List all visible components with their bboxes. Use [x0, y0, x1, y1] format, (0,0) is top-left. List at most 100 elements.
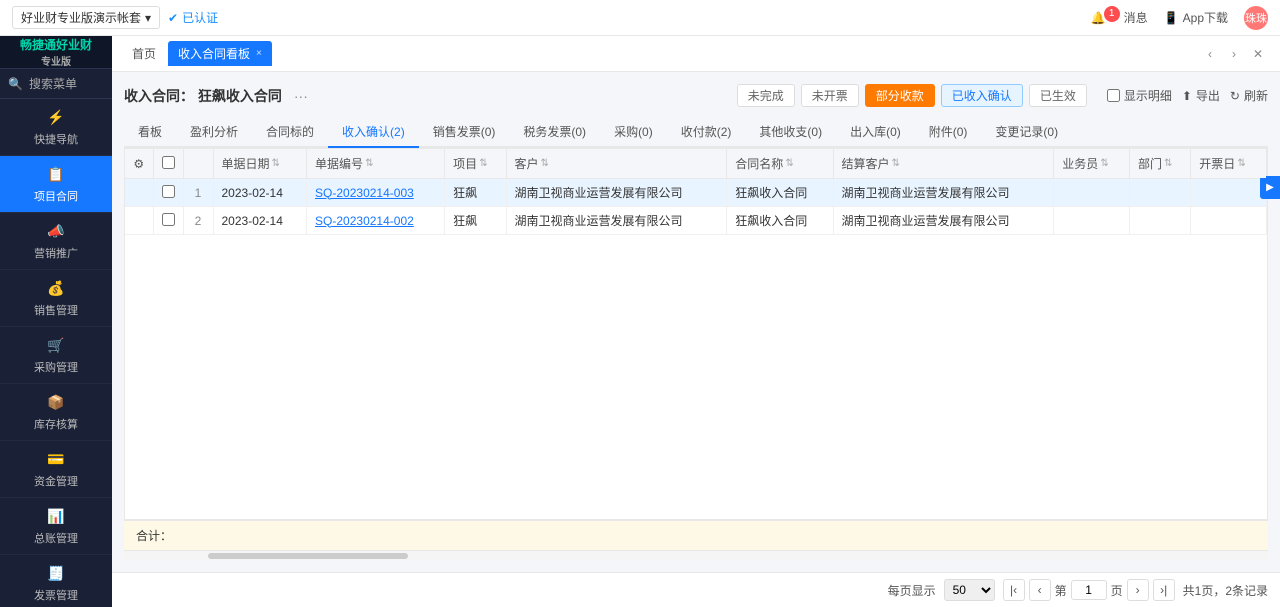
sidebar-item-sales[interactable]: 💰 销售管理 — [0, 270, 112, 327]
status-btn-partial-collection[interactable]: 部分收款 — [865, 84, 935, 107]
sort-icon: ⇅ — [272, 158, 280, 169]
cell-project: 狂飙 — [445, 179, 506, 207]
th-salesperson[interactable]: 业务员⇅ — [1054, 149, 1130, 179]
sidebar-item-general[interactable]: 📊 总账管理 — [0, 498, 112, 555]
th-settlement[interactable]: 结算客户⇅ — [833, 149, 1054, 179]
tab-other-income[interactable]: 其他收支(0) — [745, 117, 836, 148]
page-unit: 页 — [1111, 582, 1123, 599]
total-row: 合计： — [124, 520, 1268, 550]
cell-checkbox[interactable] — [153, 207, 183, 235]
topbar: 好业财专业版演示帐套 ▾ ✔ 已认证 🔔 1 消息 📱 App下载 珠珠 — [0, 0, 1280, 36]
status-btn-uninvoiced[interactable]: 未开票 — [801, 84, 859, 107]
table-row: 1 2023-02-14 SQ-20230214-003 狂飙 湖南卫视商业运营… — [125, 179, 1267, 207]
scroll-bar-area[interactable] — [124, 550, 1268, 560]
sidebar-item-purchase[interactable]: 🛒 采购管理 — [0, 327, 112, 384]
user-avatar-area[interactable]: 珠珠 — [1244, 6, 1268, 30]
message-badge: 1 — [1104, 6, 1120, 22]
th-dept[interactable]: 部门⇅ — [1129, 149, 1190, 179]
more-button[interactable]: ··· — [294, 88, 308, 104]
app-download-button[interactable]: 📱 App下载 — [1164, 9, 1228, 26]
display-toggle-label: 显示明细 — [1124, 87, 1172, 104]
refresh-button[interactable]: ↻ 刷新 — [1230, 87, 1268, 104]
chevron-down-icon: ▾ — [145, 11, 151, 25]
sidebar-search[interactable]: 🔍 搜索菜单 — [0, 69, 112, 99]
tab-warehouse[interactable]: 出入库(0) — [836, 117, 915, 148]
page-first-button[interactable]: |‹ — [1003, 579, 1025, 601]
phone-icon: 📱 — [1164, 11, 1179, 25]
sales-icon: 💰 — [46, 278, 66, 298]
tab-sales-invoice[interactable]: 销售发票(0) — [419, 117, 510, 148]
page-prev-button[interactable]: ‹ — [1029, 579, 1051, 601]
th-settings[interactable]: ⚙ — [125, 149, 153, 179]
select-all-checkbox[interactable] — [162, 156, 175, 169]
th-contract[interactable]: 合同名称⇅ — [727, 149, 833, 179]
cell-customer: 湖南卫视商业运营发展有限公司 — [506, 207, 727, 235]
tab-contract-board[interactable]: 收入合同看板 × — [168, 41, 272, 66]
sidebar-item-label: 营销推广 — [34, 245, 78, 261]
app-label: App下载 — [1183, 9, 1228, 26]
page-next-button[interactable]: › — [1127, 579, 1149, 601]
table-container: ⚙ 单据日期⇅ 单据编号⇅ 项目⇅ 客户⇅ 合同名称⇅ 结算客户⇅ 业务员⇅ 部… — [124, 148, 1268, 520]
sidebar-item-invoice[interactable]: 🧾 发票管理 — [0, 555, 112, 607]
sidebar-item-project[interactable]: 📋 项目合同 — [0, 156, 112, 213]
tab-prev-button[interactable]: ‹ — [1200, 44, 1220, 64]
certified-label: 已认证 — [182, 9, 218, 26]
display-toggle[interactable]: 显示明细 — [1107, 87, 1172, 104]
sort-icon: ⇅ — [1100, 158, 1108, 169]
page-num-input[interactable] — [1071, 580, 1107, 600]
cell-order-no[interactable]: SQ-20230214-003 — [307, 179, 445, 207]
status-btn-effective[interactable]: 已生效 — [1029, 84, 1087, 107]
th-customer[interactable]: 客户⇅ — [506, 149, 727, 179]
message-button[interactable]: 🔔 1 消息 — [1091, 9, 1148, 26]
sidebar-item-quicknav[interactable]: ⚡ 快捷导航 — [0, 99, 112, 156]
table-body: 1 2023-02-14 SQ-20230214-003 狂飙 湖南卫视商业运营… — [125, 179, 1267, 235]
sidebar-item-funds[interactable]: 💳 资金管理 — [0, 441, 112, 498]
tab-board[interactable]: 看板 — [124, 117, 176, 148]
status-btn-incomplete[interactable]: 未完成 — [737, 84, 795, 107]
tab-home[interactable]: 首页 — [124, 41, 164, 66]
page-last-button[interactable]: ›| — [1153, 579, 1175, 601]
status-btn-confirmed[interactable]: 已收入确认 — [941, 84, 1023, 107]
project-icon: 📋 — [46, 164, 66, 184]
th-project[interactable]: 项目⇅ — [445, 149, 506, 179]
export-button[interactable]: ⬆ 导出 — [1182, 87, 1220, 104]
tab-close-all-button[interactable]: ✕ — [1248, 44, 1268, 64]
sidebar-item-label: 资金管理 — [34, 473, 78, 489]
cell-invoice-date — [1191, 179, 1267, 207]
th-order-no[interactable]: 单据编号⇅ — [307, 149, 445, 179]
tab-purchase[interactable]: 采购(0) — [600, 117, 667, 148]
cell-settlement: 湖南卫视商业运营发展有限公司 — [833, 207, 1054, 235]
th-settlement-label: 结算客户 — [842, 155, 890, 172]
scroll-bar-thumb[interactable] — [208, 553, 408, 559]
tab-close-button[interactable]: × — [256, 48, 262, 59]
display-detail-checkbox[interactable] — [1107, 89, 1120, 102]
th-project-label: 项目 — [453, 155, 477, 172]
tab-next-button[interactable]: › — [1224, 44, 1244, 64]
tab-revenue-confirm[interactable]: 收入确认(2) — [328, 117, 419, 148]
tab-profit[interactable]: 盈利分析 — [176, 117, 252, 148]
tab-target[interactable]: 合同标的 — [252, 117, 328, 148]
right-panel-button[interactable]: ▶ — [1260, 176, 1280, 199]
tab-tax-invoice[interactable]: 税务发票(0) — [509, 117, 600, 148]
cell-order-no[interactable]: SQ-20230214-002 — [307, 207, 445, 235]
th-num — [183, 149, 213, 179]
company-selector[interactable]: 好业财专业版演示帐套 ▾ — [12, 6, 160, 29]
th-date[interactable]: 单据日期⇅ — [213, 149, 307, 179]
content-area: 首页 收入合同看板 × ‹ › ✕ 收入合同： 狂飙收入合同 ··· — [112, 36, 1280, 607]
th-invoice-date[interactable]: 开票日⇅ — [1191, 149, 1267, 179]
sidebar-item-inventory[interactable]: 📦 库存核算 — [0, 384, 112, 441]
contract-header: 收入合同： 狂飙收入合同 ··· 未完成 未开票 部分收款 已收入确认 已生效 … — [124, 84, 1268, 107]
tab-changes[interactable]: 变更记录(0) — [981, 117, 1072, 148]
tab-payment[interactable]: 收付款(2) — [667, 117, 746, 148]
topbar-right: 🔔 1 消息 📱 App下载 珠珠 — [1091, 6, 1268, 30]
sidebar-item-marketing[interactable]: 📣 营销推广 — [0, 213, 112, 270]
status-buttons: 未完成 未开票 部分收款 已收入确认 已生效 — [737, 84, 1087, 107]
sub-tabs: 看板 盈利分析 合同标的 收入确认(2) 销售发票(0) 税务发票(0) 采购(… — [124, 117, 1268, 148]
sidebar-item-label: 项目合同 — [34, 188, 78, 204]
th-date-label: 单据日期 — [222, 155, 270, 172]
cell-checkbox[interactable] — [153, 179, 183, 207]
table-header-row: ⚙ 单据日期⇅ 单据编号⇅ 项目⇅ 客户⇅ 合同名称⇅ 结算客户⇅ 业务员⇅ 部… — [125, 149, 1267, 179]
tab-attachments[interactable]: 附件(0) — [915, 117, 982, 148]
page-size-select[interactable]: 50 20 100 — [944, 579, 995, 601]
quicknav-label: 快捷导航 — [34, 131, 78, 147]
